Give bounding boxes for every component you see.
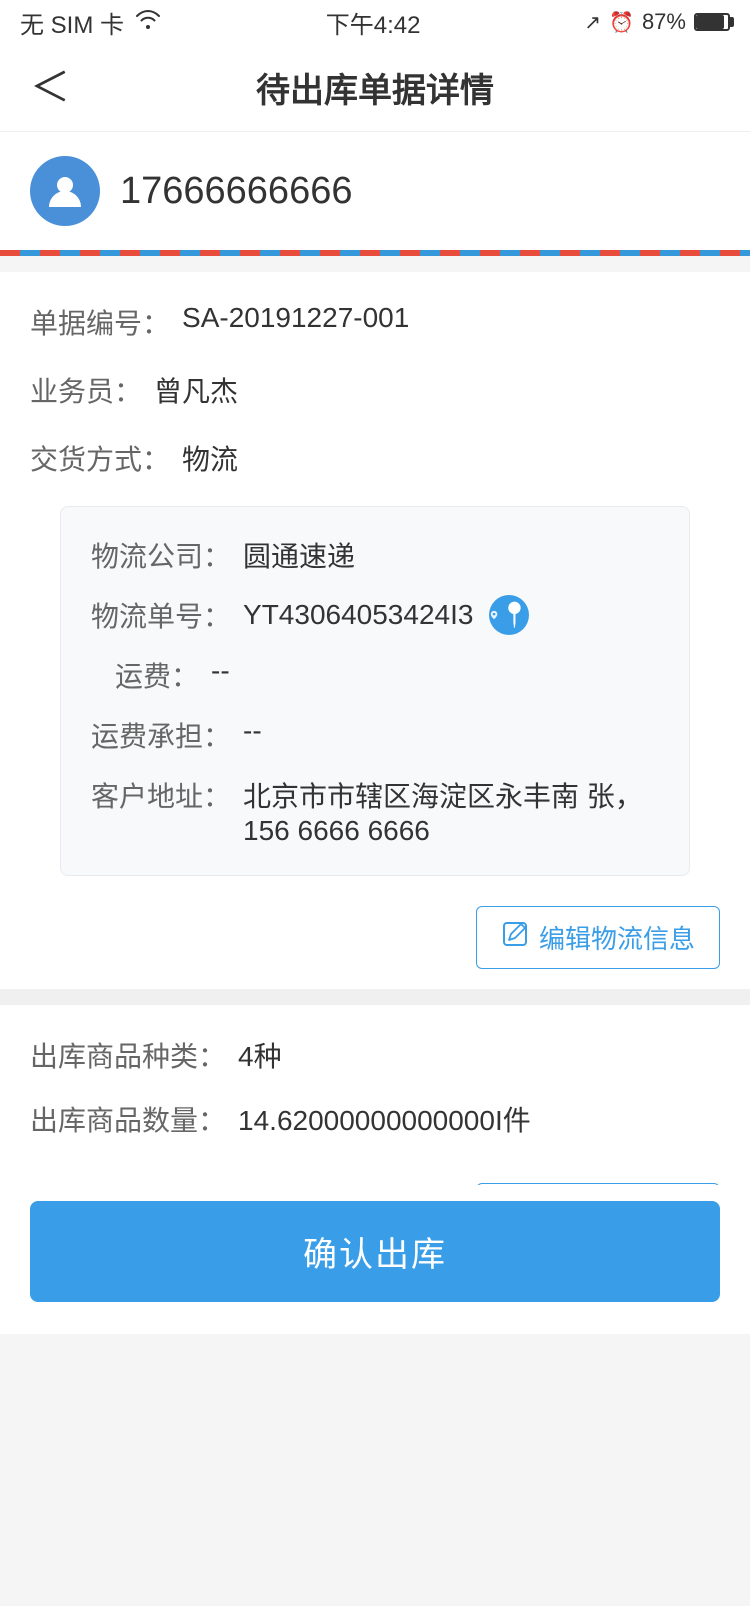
edit-logistics-row: 编辑物流信息: [0, 906, 750, 989]
product-quantity-label: 出库商品数量：: [30, 1099, 238, 1139]
avatar: [30, 156, 100, 226]
time-label: 下午4:42: [326, 5, 421, 40]
dashed-divider: [0, 250, 750, 256]
product-quantity-row: 出库商品数量： 14.62000000000000I件: [30, 1099, 720, 1139]
freight-bearer-row: 运费承担： --: [91, 715, 659, 755]
logistics-card: 物流公司： 圆通速递 物流单号： YT43064053424I3: [60, 506, 690, 876]
location-status-icon: ↗: [584, 10, 601, 35]
edit-icon: [501, 920, 529, 955]
delivery-label: 交货方式：: [30, 438, 182, 478]
tracking-no-value: YT43064053424I3: [243, 599, 473, 631]
salesperson-row: 业务员： 曾凡杰: [30, 370, 720, 410]
wifi-icon: [134, 8, 162, 36]
freight-bearer-label: 运费承担：: [91, 715, 243, 755]
freight-label: 运费：: [91, 655, 211, 695]
tracking-row: 物流单号： YT43064053424I3: [91, 595, 659, 635]
logistics-company-label: 物流公司：: [91, 535, 243, 575]
confirm-btn-container: 确认出库: [0, 1185, 750, 1334]
salesperson-label: 业务员：: [30, 370, 154, 410]
edit-logistics-label: 编辑物流信息: [539, 919, 695, 956]
status-bar: 无 SIM 卡 下午4:42 ↗ ⏰ 87%: [0, 0, 750, 44]
section-separator: [0, 989, 750, 1005]
order-no-row: 单据编号： SA-20191227-001: [30, 302, 720, 342]
order-info-card: 单据编号： SA-20191227-001 业务员： 曾凡杰 交货方式： 物流 …: [0, 272, 750, 906]
nav-bar: ＜ 待出库单据详情: [0, 44, 750, 132]
freight-bearer-value: --: [243, 715, 659, 747]
freight-value: --: [211, 655, 659, 687]
carrier-label: 无 SIM 卡: [20, 5, 124, 40]
alarm-icon: ⏰: [609, 10, 634, 35]
delivery-value: 物流: [182, 438, 720, 478]
tracking-label: 物流单号：: [91, 595, 243, 635]
logistics-company-row: 物流公司： 圆通速递: [91, 535, 659, 575]
tracking-location-icon[interactable]: [489, 595, 529, 635]
status-right: ↗ ⏰ 87%: [584, 9, 730, 35]
order-no-label: 单据编号：: [30, 302, 182, 342]
confirm-button[interactable]: 确认出库: [30, 1201, 720, 1302]
product-section: 出库商品种类： 4种 出库商品数量： 14.62000000000000I件: [0, 1005, 750, 1163]
back-button[interactable]: ＜: [30, 58, 90, 118]
delivery-row: 交货方式： 物流: [30, 438, 720, 478]
status-left: 无 SIM 卡: [20, 5, 162, 40]
address-label: 客户地址：: [91, 775, 243, 815]
page-title: 待出库单据详情: [256, 63, 494, 112]
customer-phone: 17666666666: [120, 170, 352, 213]
person-icon: [45, 171, 85, 211]
battery-label: 87%: [642, 9, 686, 35]
product-types-value: 4种: [238, 1035, 282, 1075]
edit-logistics-button[interactable]: 编辑物流信息: [476, 906, 720, 969]
logistics-company-value: 圆通速递: [243, 535, 659, 575]
product-types-row: 出库商品种类： 4种: [30, 1035, 720, 1075]
tracking-value-row: YT43064053424I3: [243, 595, 529, 635]
product-types-label: 出库商品种类：: [30, 1035, 238, 1075]
salesperson-value: 曾凡杰: [154, 370, 720, 410]
product-quantity-value: 14.62000000000000I件: [238, 1099, 531, 1139]
battery-icon: [694, 13, 730, 31]
address-row: 客户地址： 北京市市辖区海淀区永丰南 张，156 6666 6666: [91, 775, 659, 847]
order-no-value: SA-20191227-001: [182, 302, 720, 334]
freight-row: 运费： --: [91, 655, 659, 695]
address-value: 北京市市辖区海淀区永丰南 张，156 6666 6666: [243, 775, 659, 847]
customer-section: 17666666666: [0, 132, 750, 250]
